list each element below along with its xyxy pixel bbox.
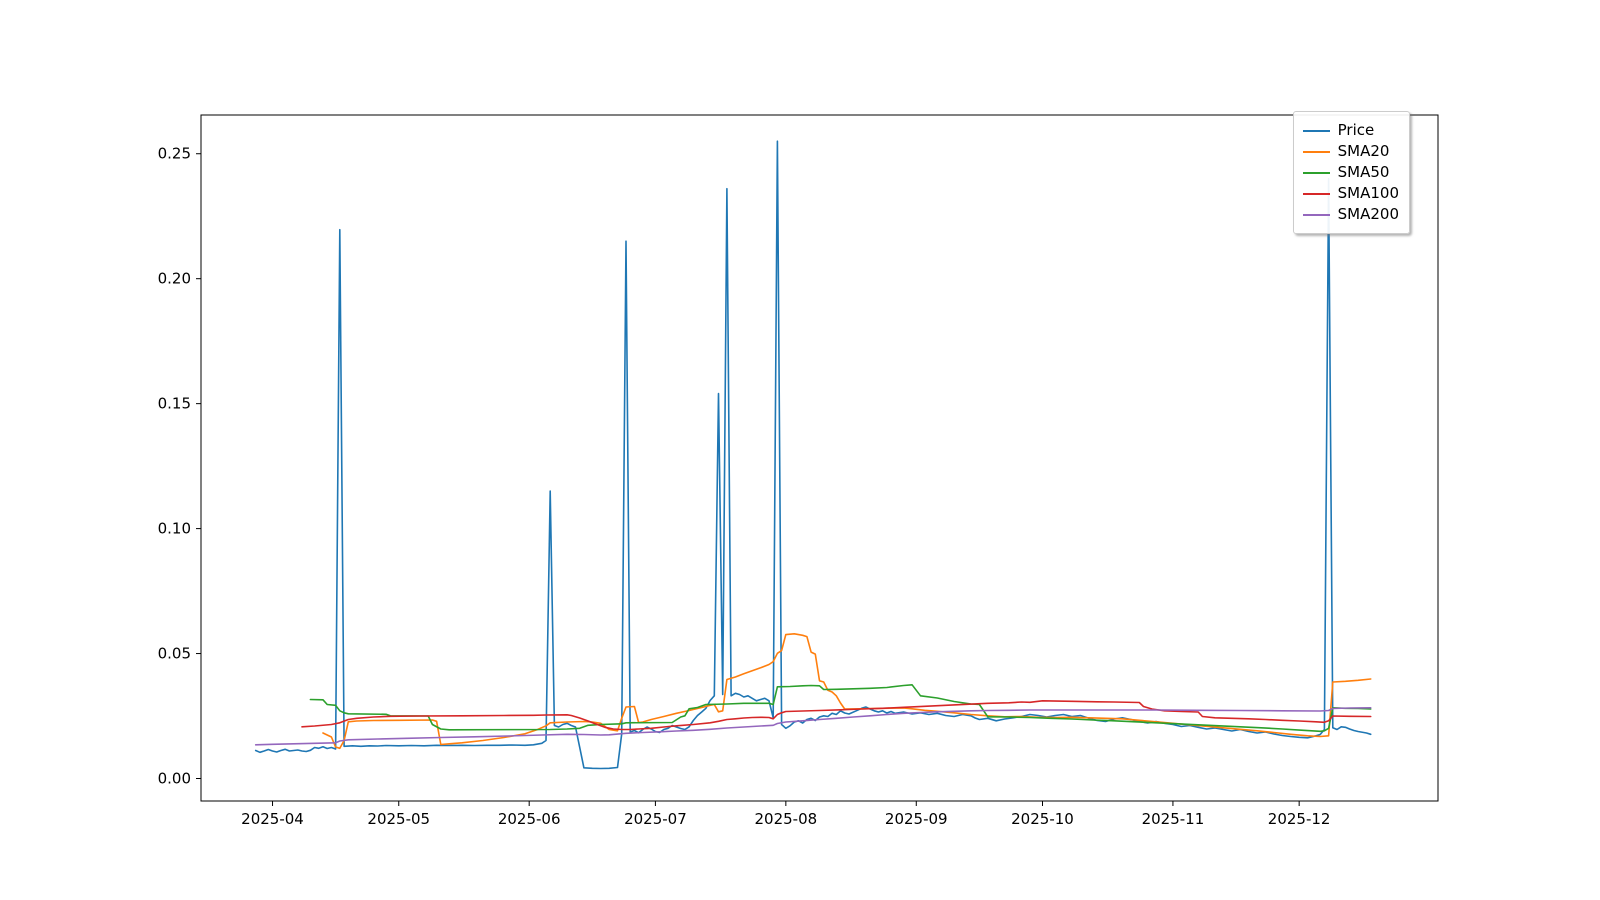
legend-entry-sma50: SMA50	[1302, 163, 1399, 182]
legend-swatch-sma50	[1302, 171, 1330, 174]
legend-swatch-sma20	[1302, 150, 1330, 153]
y-tick-label: 0.00	[158, 770, 191, 788]
x-tick-label: 2025-06	[498, 810, 561, 828]
legend-entry-sma100: SMA100	[1302, 184, 1399, 203]
y-tick-label: 0.25	[158, 145, 191, 163]
legend-label-sma50: SMA50	[1337, 163, 1390, 181]
legend-swatch-price	[1302, 129, 1330, 132]
x-tick-label: 2025-10	[1011, 810, 1074, 828]
x-tick-label: 2025-05	[367, 810, 430, 828]
y-tick-label: 0.15	[158, 395, 191, 413]
series-line-sma20	[322, 632, 1372, 750]
series-line-price	[254, 140, 1372, 770]
legend: Price SMA20 SMA50 SMA100 SMA200	[1292, 111, 1410, 234]
y-tick-label: 0.05	[158, 645, 191, 663]
x-tick-label: 2025-09	[885, 810, 948, 828]
series-line-sma50	[309, 683, 1372, 733]
x-tick-label: 2025-04	[241, 810, 304, 828]
x-tick-label: 2025-07	[624, 810, 687, 828]
legend-entry-sma20: SMA20	[1302, 142, 1399, 161]
matplotlib-figure: 2025-04 2025-05 2025-06 2025-07 2025-08 2025-…	[0, 0, 1600, 900]
legend-label-sma200: SMA200	[1337, 205, 1399, 223]
x-tick-label: 2025-08	[754, 810, 817, 828]
legend-entry-sma200: SMA200	[1302, 205, 1399, 224]
legend-swatch-sma100	[1302, 192, 1330, 195]
legend-label-sma20: SMA20	[1337, 142, 1390, 160]
legend-entry-price: Price	[1302, 121, 1399, 140]
legend-label-sma100: SMA100	[1337, 184, 1399, 202]
y-tick-label: 0.10	[158, 520, 191, 538]
legend-swatch-sma200	[1302, 213, 1330, 216]
y-tick-label: 0.20	[158, 270, 191, 288]
x-tick-label: 2025-11	[1142, 810, 1205, 828]
axes-spines	[200, 114, 1439, 802]
x-tick-label: 2025-12	[1268, 810, 1331, 828]
legend-label-price: Price	[1337, 121, 1375, 139]
